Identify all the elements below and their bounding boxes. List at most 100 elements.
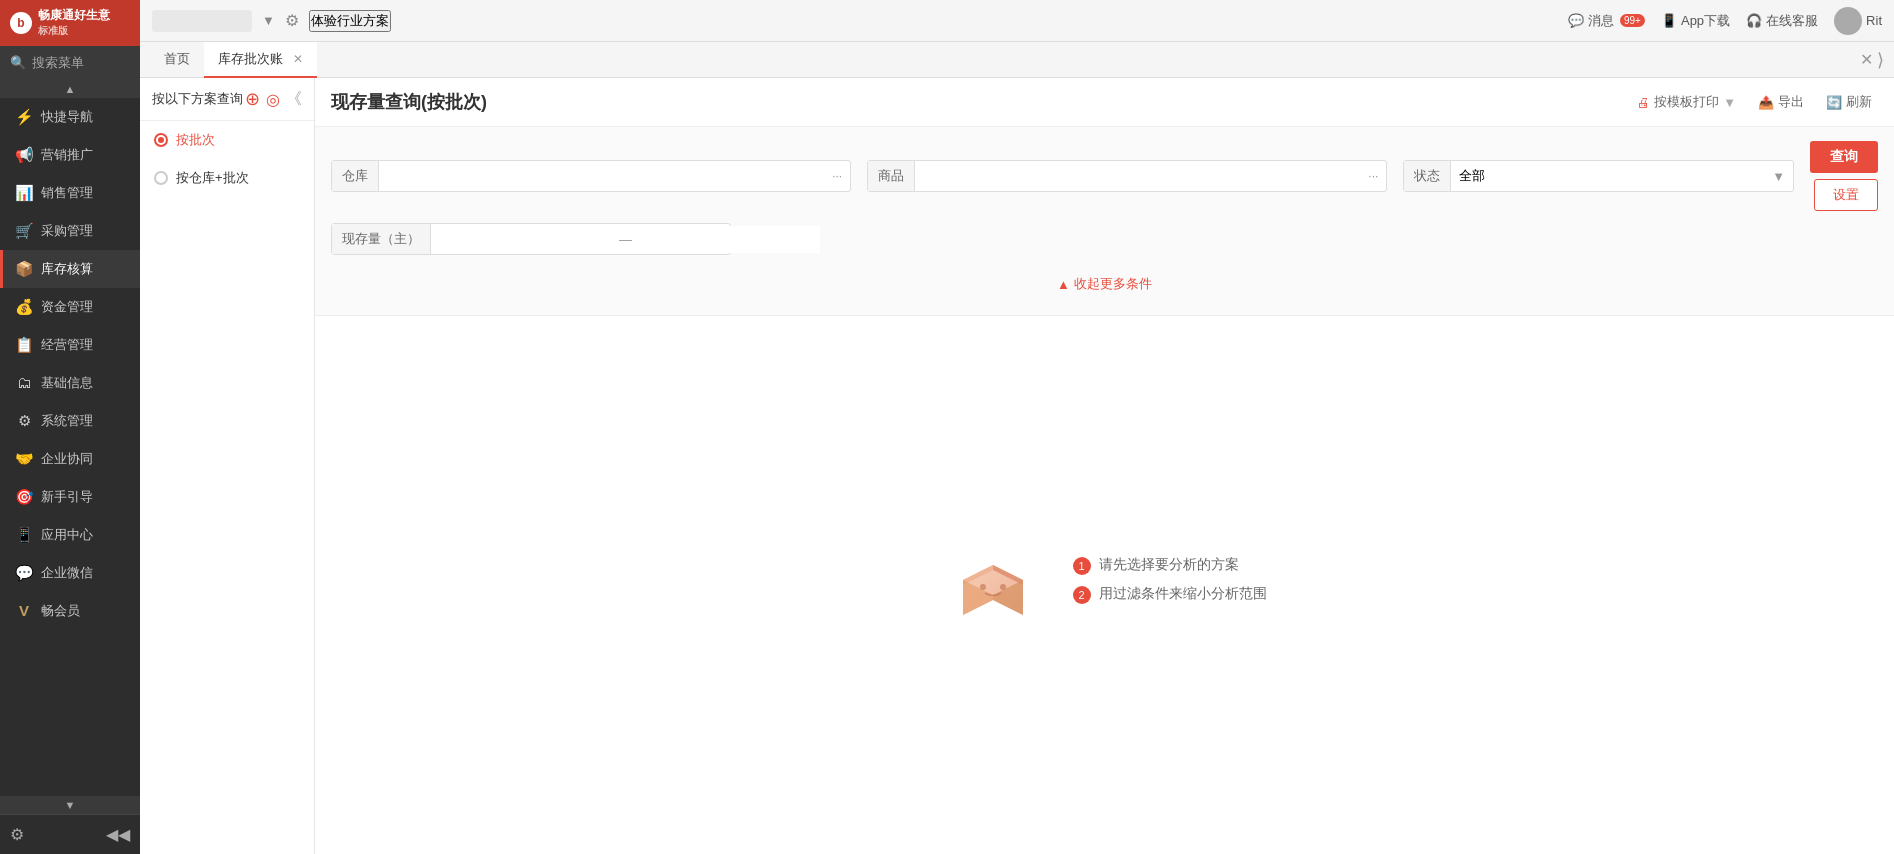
headset-icon: 🎧 <box>1746 13 1762 28</box>
sidebar-item-shortcut[interactable]: ⚡ 快捷导航 <box>0 98 140 136</box>
product-input[interactable] <box>915 163 1360 190</box>
print-btn[interactable]: 🖨 按模板打印 ▼ <box>1631 90 1742 114</box>
app-download-btn[interactable]: 📱 App下载 <box>1661 12 1730 30</box>
filter-option-batch-label: 按批次 <box>176 131 215 149</box>
sidebar-item-wechat[interactable]: 💬 企业微信 <box>0 554 140 592</box>
top-bar-right: 💬 消息 99+ 📱 App下载 🎧 在线客服 Rit <box>1568 7 1882 35</box>
product-more-btn[interactable]: ··· <box>1360 163 1386 189</box>
query-button[interactable]: 查询 <box>1810 141 1878 173</box>
sidebar-nav: ⚡ 快捷导航 📢 营销推广 📊 销售管理 🛒 采购管理 📦 库存核算 💰 资金管… <box>0 98 140 796</box>
sidebar-item-purchase[interactable]: 🛒 采购管理 <box>0 212 140 250</box>
online-service-btn[interactable]: 🎧 在线客服 <box>1746 12 1818 30</box>
radio-warehouse-batch <box>154 171 168 185</box>
step-2-label: 用过滤条件来缩小分析范围 <box>1099 585 1267 603</box>
qty-separator: — <box>615 232 636 247</box>
sidebar-item-inventory[interactable]: 📦 库存核算 <box>0 250 140 288</box>
scroll-up-btn[interactable]: ▲ <box>0 80 140 98</box>
refresh-label: 刷新 <box>1846 93 1872 111</box>
warehouse-more-btn[interactable]: ··· <box>824 163 850 189</box>
sidebar-item-label: 新手引导 <box>41 488 93 506</box>
qty-label: 现存量（主） <box>332 224 431 254</box>
sidebar-item-label: 快捷导航 <box>41 108 93 126</box>
tab-bar: 首页 库存批次账 ✕ ✕ ⟩ <box>140 42 1894 78</box>
sidebar-item-member[interactable]: V 畅会员 <box>0 592 140 630</box>
user-profile-btn[interactable]: Rit <box>1834 7 1882 35</box>
scroll-down-btn[interactable]: ▼ <box>0 796 140 814</box>
step-1: 1 请先选择要分析的方案 <box>1073 556 1267 575</box>
query-buttons: 查询 设置 <box>1810 141 1878 211</box>
sidebar-item-label: 企业微信 <box>41 564 93 582</box>
avatar <box>1834 7 1862 35</box>
purchase-icon: 🛒 <box>15 222 33 240</box>
query-header: 现存量查询(按批次) 🖨 按模板打印 ▼ 📤 导出 🔄 刷新 <box>315 78 1894 127</box>
add-scheme-btn[interactable]: ⊕ <box>245 88 260 110</box>
sidebar-item-system[interactable]: ⚙ 系统管理 <box>0 402 140 440</box>
sidebar-item-label: 销售管理 <box>41 184 93 202</box>
filter-option-warehouse-batch[interactable]: 按仓库+批次 <box>140 159 314 197</box>
sidebar-item-label: 基础信息 <box>41 374 93 392</box>
header-actions: 🖨 按模板打印 ▼ 📤 导出 🔄 刷新 <box>1631 90 1878 114</box>
sidebar-item-finance[interactable]: 💰 资金管理 <box>0 288 140 326</box>
tab-home[interactable]: 首页 <box>150 42 204 78</box>
collapse-sidebar-icon[interactable]: ◀◀ <box>106 825 130 844</box>
collapse-more-label: 收起更多条件 <box>1074 275 1152 293</box>
settings-icon[interactable]: ⚙ <box>10 825 24 844</box>
sidebar-item-label: 采购管理 <box>41 222 93 240</box>
filter-option-batch[interactable]: 按批次 <box>140 121 314 159</box>
refresh-btn[interactable]: 🔄 刷新 <box>1820 90 1878 114</box>
operations-icon: 📋 <box>15 336 33 354</box>
close-tab-icon[interactable]: ✕ <box>293 52 303 66</box>
top-bar: ▼ ⚙ 体验行业方案 💬 消息 99+ 📱 App下载 🎧 在线客服 Rit <box>140 0 1894 42</box>
qty-to-input[interactable] <box>636 226 820 253</box>
marketing-icon: 📢 <box>15 146 33 164</box>
warehouse-input[interactable] <box>379 163 824 190</box>
print-icon: 🖨 <box>1637 95 1650 110</box>
scheme-settings-btn[interactable]: ◎ <box>266 90 280 109</box>
online-service-label: 在线客服 <box>1766 12 1818 30</box>
enterprise-icon: 🤝 <box>15 450 33 468</box>
sidebar-item-label: 应用中心 <box>41 526 93 544</box>
message-btn[interactable]: 💬 消息 99+ <box>1568 12 1645 30</box>
sidebar-item-newbie[interactable]: 🎯 新手引导 <box>0 478 140 516</box>
sidebar-item-basic[interactable]: 🗂 基础信息 <box>0 364 140 402</box>
sidebar-item-marketing[interactable]: 📢 营销推广 <box>0 136 140 174</box>
newbie-icon: 🎯 <box>15 488 33 506</box>
sidebar-item-sales[interactable]: 📊 销售管理 <box>0 174 140 212</box>
filter-row-2: 现存量（主） — <box>331 223 1878 255</box>
breadcrumb-input[interactable] <box>152 10 252 32</box>
step-2: 2 用过滤条件来缩小分析范围 <box>1073 585 1267 604</box>
settings-button[interactable]: 设置 <box>1814 179 1878 211</box>
user-name: Rit <box>1866 13 1882 28</box>
trial-button[interactable]: 体验行业方案 <box>309 10 391 32</box>
qty-from-input[interactable] <box>431 226 615 253</box>
status-select[interactable]: 全部 <box>1451 161 1764 191</box>
filter-option-warehouse-batch-label: 按仓库+批次 <box>176 169 249 187</box>
empty-text: 1 请先选择要分析的方案 2 用过滤条件来缩小分析范围 <box>1073 556 1267 614</box>
edition-label: 标准版 <box>38 24 110 38</box>
tab-batch-inventory-label: 库存批次账 <box>218 50 283 68</box>
panel-close-btn[interactable]: ✕ <box>1860 50 1873 69</box>
search-label: 搜索菜单 <box>32 54 84 72</box>
sidebar-item-enterprise[interactable]: 🤝 企业协同 <box>0 440 140 478</box>
gear-icon[interactable]: ⚙ <box>285 11 299 30</box>
tab-batch-inventory[interactable]: 库存批次账 ✕ <box>204 42 317 78</box>
dropdown-icon[interactable]: ▼ <box>262 13 275 28</box>
sidebar-item-apps[interactable]: 📱 应用中心 <box>0 516 140 554</box>
collapse-more-btn[interactable]: ▲ 收起更多条件 <box>331 267 1878 301</box>
product-field: 商品 ··· <box>867 160 1387 192</box>
collapse-panel-btn[interactable]: 《 <box>286 89 302 110</box>
app-download-label: App下载 <box>1681 12 1730 30</box>
refresh-icon: 🔄 <box>1826 95 1842 110</box>
sidebar-item-label: 库存核算 <box>41 260 93 278</box>
sales-icon: 📊 <box>15 184 33 202</box>
print-dropdown-icon[interactable]: ▼ <box>1723 95 1736 110</box>
company-name: 畅康通好生意 <box>38 8 110 24</box>
sidebar-item-label: 资金管理 <box>41 298 93 316</box>
message-badge: 99+ <box>1620 14 1645 27</box>
filter-row-1: 仓库 ··· 商品 ··· 状态 全部 ▼ <box>331 141 1878 211</box>
panel-expand-btn[interactable]: ⟩ <box>1877 49 1884 71</box>
export-btn[interactable]: 📤 导出 <box>1752 90 1810 114</box>
empty-illustration <box>943 535 1043 635</box>
sidebar-item-operations[interactable]: 📋 经营管理 <box>0 326 140 364</box>
sidebar-search[interactable]: 🔍 搜索菜单 <box>0 46 140 80</box>
